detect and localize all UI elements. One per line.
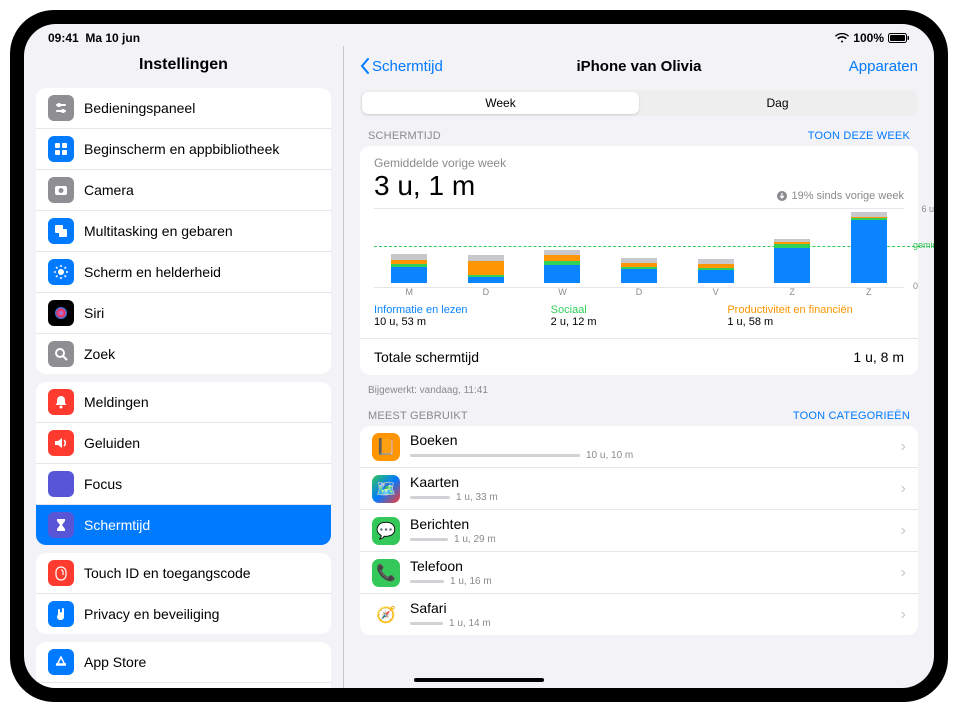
chevron-right-icon: ›: [901, 564, 906, 582]
sidebar-item-privacy[interactable]: Privacy en beveiliging: [36, 594, 331, 634]
sidebar-item-label: Camera: [84, 182, 134, 198]
main-pane: Schermtijd iPhone van Olivia Apparaten W…: [344, 46, 934, 688]
most-used-list: 📙Boeken10 u, 10 m›🗺️Kaarten1 u, 33 m›💬Be…: [360, 426, 918, 635]
avg-value: 3 u, 1 m: [374, 170, 506, 202]
total-value: 1 u, 8 m: [853, 349, 904, 365]
sidebar-item-zoek[interactable]: Zoek: [36, 334, 331, 374]
sidebar-item-control[interactable]: Bedieningspaneel: [36, 88, 331, 129]
home-indicator[interactable]: [414, 678, 544, 682]
back-button[interactable]: Schermtijd: [360, 58, 443, 75]
sidebar-item-screentime[interactable]: Schermtijd: [36, 505, 331, 545]
sun-icon: [48, 259, 74, 285]
total-row[interactable]: Totale schermtijd 1 u, 8 m: [360, 338, 918, 375]
sidebar-item-label: App Store: [84, 654, 146, 670]
app-icon: 🧭: [372, 601, 400, 629]
camera-icon: [48, 177, 74, 203]
app-row-telefoon[interactable]: 📞Telefoon1 u, 16 m›: [360, 552, 918, 594]
sidebar-item-label: Zoek: [84, 346, 115, 362]
hourglass-icon: [48, 512, 74, 538]
app-row-berichten[interactable]: 💬Berichten1 u, 29 m›: [360, 510, 918, 552]
show-this-week-link[interactable]: TOON DEZE WEEK: [808, 130, 910, 142]
delta-label: 19% sinds vorige week: [777, 190, 904, 202]
updated-note: Bijgewerkt: vandaag, 11:41: [344, 385, 934, 404]
category-cat-blue[interactable]: Informatie en lezen10 u, 53 m: [374, 304, 551, 328]
app-icon: 📙: [372, 433, 400, 461]
category-cat-teal[interactable]: Sociaal2 u, 12 m: [551, 304, 728, 328]
sidebar-item-display[interactable]: Scherm en helderheid: [36, 252, 331, 293]
app-row-kaarten[interactable]: 🗺️Kaarten1 u, 33 m›: [360, 468, 918, 510]
moon-icon: [48, 471, 74, 497]
sidebar-item-home[interactable]: Beginscherm en appbibliotheek: [36, 129, 331, 170]
sidebar-item-multitask[interactable]: Multitasking en gebaren: [36, 211, 331, 252]
sidebar-title: Instellingen: [24, 46, 343, 80]
devices-button[interactable]: Apparaten: [849, 58, 918, 75]
chevron-right-icon: ›: [901, 606, 906, 624]
avg-label: Gemiddelde vorige week: [374, 156, 506, 170]
total-label: Totale schermtijd: [374, 349, 479, 365]
usage-chart: gemid. 6 u 0 MDWDVZZ: [374, 208, 904, 288]
sidebar-item-camera[interactable]: Camera: [36, 170, 331, 211]
sidebar-item-label: Siri: [84, 305, 104, 321]
down-arrow-icon: [777, 191, 787, 201]
bell-icon: [48, 389, 74, 415]
sidebar-item-label: Multitasking en gebaren: [84, 223, 233, 239]
chevron-right-icon: ›: [901, 480, 906, 498]
section-schermtijd-header: SCHERMTIJD: [368, 130, 441, 142]
sidebar-item-sound[interactable]: Geluiden: [36, 423, 331, 464]
hand-icon: [48, 601, 74, 627]
status-bar: 09:41 Ma 10 jun 100%: [24, 24, 934, 46]
segment-week[interactable]: Week: [362, 92, 639, 114]
sidebar-item-label: Beginscherm en appbibliotheek: [84, 141, 279, 157]
screentime-card: Gemiddelde vorige week 3 u, 1 m 19% sind…: [360, 146, 918, 375]
sidebar-item-siri[interactable]: Siri: [36, 293, 331, 334]
show-categories-link[interactable]: TOON CATEGORIEËN: [793, 410, 910, 422]
sidebar-item-label: Scherm en helderheid: [84, 264, 221, 280]
sidebar-item-notif[interactable]: Meldingen: [36, 382, 331, 423]
segmented-control[interactable]: Week Dag: [360, 90, 918, 116]
sidebar-item-label: Privacy en beveiliging: [84, 606, 219, 622]
sliders-icon: [48, 95, 74, 121]
section-most-used-header: MEEST GEBRUIKT: [368, 410, 468, 422]
square2-icon: [48, 218, 74, 244]
app-row-safari[interactable]: 🧭Safari1 u, 14 m›: [360, 594, 918, 635]
category-cat-orange[interactable]: Productiviteit en financiën1 u, 58 m: [727, 304, 904, 328]
sidebar-item-appstore[interactable]: App Store: [36, 642, 331, 683]
apps-icon: [48, 136, 74, 162]
sidebar-item-label: Schermtijd: [84, 517, 150, 533]
app-icon: 🗺️: [372, 475, 400, 503]
appstore-icon: [48, 649, 74, 675]
chevron-left-icon: [360, 58, 370, 74]
chevron-right-icon: ›: [901, 438, 906, 456]
battery-icon: [888, 33, 910, 43]
siri-icon: [48, 300, 74, 326]
sidebar-item-label: Bedieningspaneel: [84, 100, 195, 116]
app-row-boeken[interactable]: 📙Boeken10 u, 10 m›: [360, 426, 918, 468]
sidebar-item-gamecenter[interactable]: Game Center: [36, 683, 331, 688]
sidebar-item-label: Meldingen: [84, 394, 149, 410]
wifi-icon: [835, 33, 849, 43]
chevron-right-icon: ›: [901, 522, 906, 540]
app-icon: 💬: [372, 517, 400, 545]
search-icon: [48, 341, 74, 367]
sidebar-item-label: Focus: [84, 476, 122, 492]
sidebar-item-focus[interactable]: Focus: [36, 464, 331, 505]
sidebar-item-label: Touch ID en toegangscode: [84, 565, 251, 581]
finger-icon: [48, 560, 74, 586]
sidebar-item-label: Geluiden: [84, 435, 140, 451]
sidebar-item-touchid[interactable]: Touch ID en toegangscode: [36, 553, 331, 594]
settings-sidebar: Instellingen Bedieningspaneel Beginscherm…: [24, 46, 344, 688]
app-icon: 📞: [372, 559, 400, 587]
speaker-icon: [48, 430, 74, 456]
segment-day[interactable]: Dag: [639, 92, 916, 114]
